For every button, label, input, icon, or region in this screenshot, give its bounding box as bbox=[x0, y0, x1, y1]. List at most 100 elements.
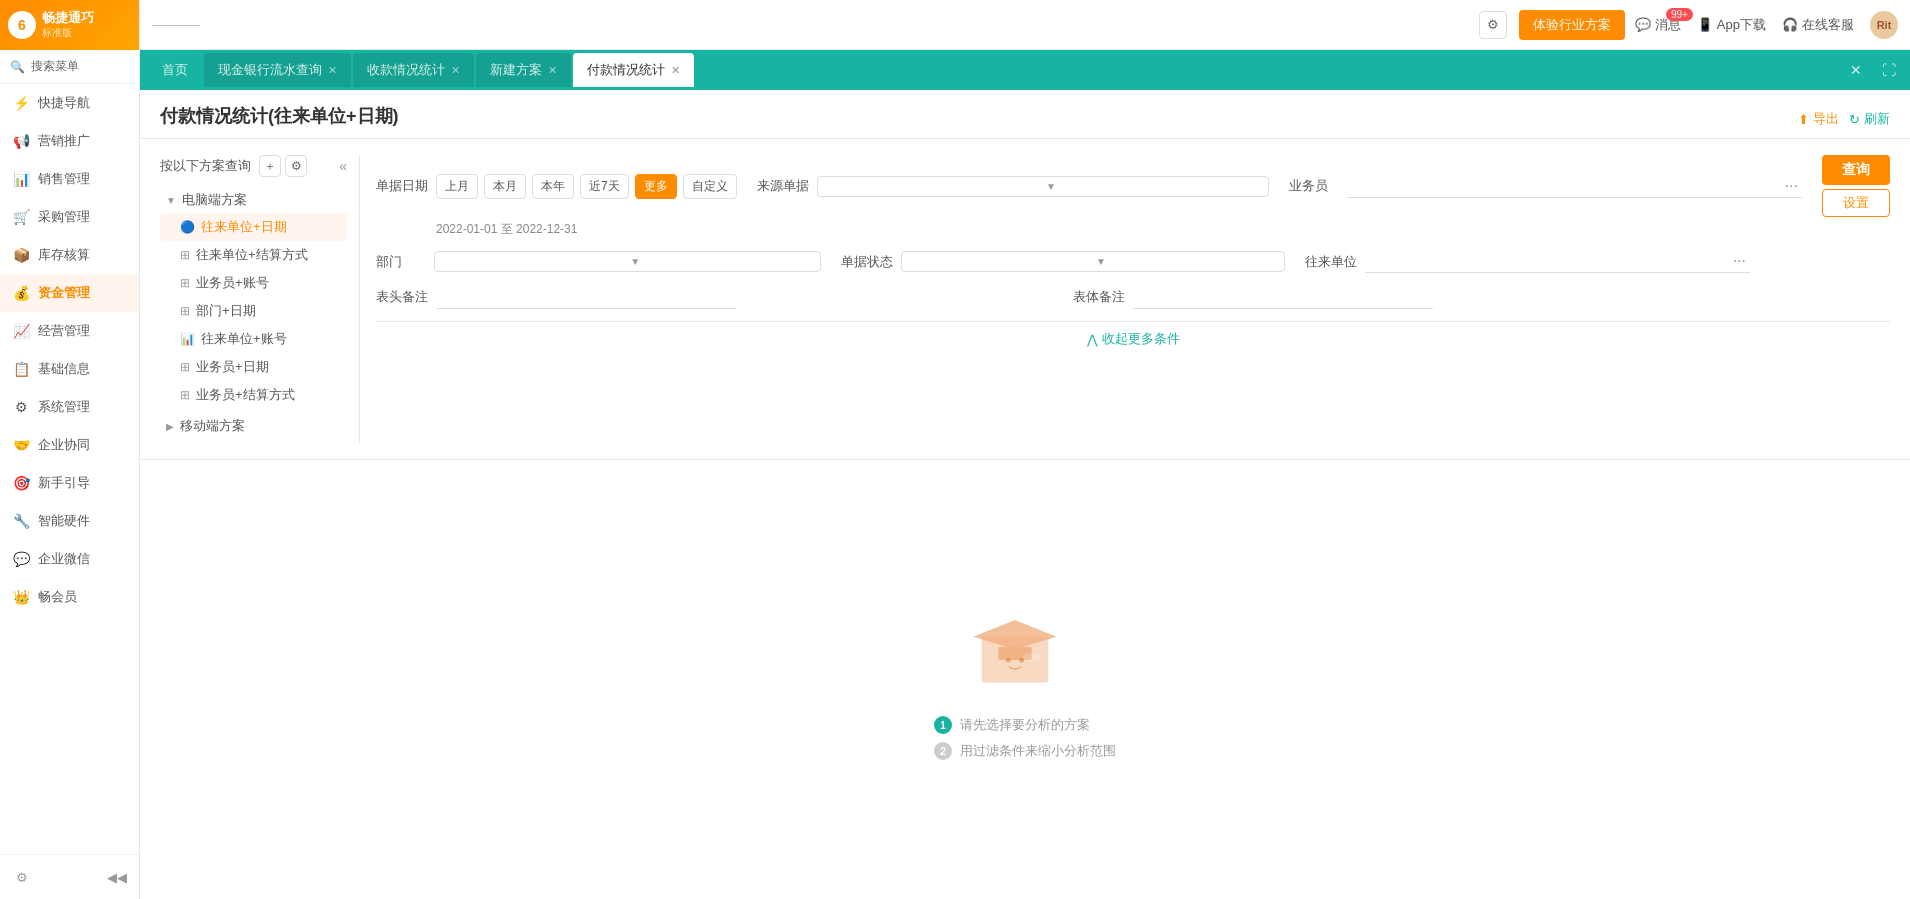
expand-tabs-btn[interactable]: ⛶ bbox=[1876, 60, 1902, 80]
close-new-scheme-icon[interactable]: ✕ bbox=[548, 64, 557, 77]
sidebar-item-member[interactable]: 👑 畅会员 bbox=[0, 578, 139, 616]
close-receivable-icon[interactable]: ✕ bbox=[451, 64, 460, 77]
date-btn-last-month[interactable]: 上月 bbox=[436, 174, 478, 199]
tab-bank-flow[interactable]: 现金银行流水查询 ✕ bbox=[204, 53, 351, 87]
date-btn-more[interactable]: 更多 bbox=[635, 174, 677, 199]
scheme-item-partner-account[interactable]: 📊 往来单位+账号 bbox=[160, 325, 347, 353]
brand-info: 畅捷通巧 标准版 bbox=[42, 10, 94, 40]
sidebar-footer: ⚙ ◀◀ bbox=[0, 854, 139, 899]
sidebar-item-label: 营销推广 bbox=[38, 132, 90, 150]
filter-row-2: 部门 ▼ 单据状态 ▼ 往来单位 bbox=[376, 250, 1890, 273]
sidebar-item-wechat[interactable]: 💬 企业微信 bbox=[0, 540, 139, 578]
sidebar-item-label: 系统管理 bbox=[38, 398, 90, 416]
tab-payable[interactable]: 付款情况统计 ✕ bbox=[573, 53, 694, 87]
sidebar-item-purchase[interactable]: 🛒 采购管理 bbox=[0, 198, 139, 236]
topbar-actions: ⚙ 体验行业方案 bbox=[1479, 10, 1625, 40]
settings-icon: ⚙ bbox=[1487, 17, 1499, 32]
close-bank-flow-icon[interactable]: ✕ bbox=[328, 64, 337, 77]
message-icon: 💬 bbox=[1635, 17, 1651, 32]
home-tab-label: 首页 bbox=[162, 61, 188, 79]
sidebar-item-enterprise[interactable]: 🤝 企业协同 bbox=[0, 426, 139, 464]
collapse-scheme-btn[interactable]: « bbox=[339, 158, 347, 174]
collapse-chevron-icon: ⋀ bbox=[1087, 332, 1098, 347]
mobile-group-header[interactable]: ▶ 移动端方案 bbox=[160, 413, 347, 439]
scheme-header-icons: ＋ ⚙ bbox=[259, 155, 307, 177]
sidebar-item-label: 基础信息 bbox=[38, 360, 90, 378]
mobile-arrow-icon: ▶ bbox=[166, 421, 174, 432]
doc-status-select[interactable]: ▼ bbox=[901, 251, 1286, 272]
date-btn-this-year[interactable]: 本年 bbox=[532, 174, 574, 199]
filter-row-1: 单据日期 上月 本月 本年 近7天 更多 自定义 来源单据 bbox=[376, 155, 1890, 217]
empty-steps: 1 请先选择要分析的方案 2 用过滤条件来缩小分析范围 bbox=[934, 716, 1116, 760]
settings-footer-btn[interactable]: ⚙ bbox=[8, 863, 36, 891]
filter-row-3: 表头备注 表体备注 bbox=[376, 285, 1890, 309]
online-service-btn[interactable]: 🎧 在线客服 bbox=[1782, 16, 1854, 34]
close-all-tabs-btn[interactable]: ✕ bbox=[1844, 60, 1868, 80]
sidebar-item-marketing[interactable]: 📢 营销推广 bbox=[0, 122, 139, 160]
partner-label: 往来单位 bbox=[1305, 253, 1357, 271]
source-select[interactable]: ▼ bbox=[817, 176, 1270, 197]
desktop-arrow-icon: ▼ bbox=[166, 195, 176, 206]
scheme-item-salesman-date[interactable]: ⊞ 业务员+日期 bbox=[160, 353, 347, 381]
desktop-group-label: 电脑端方案 bbox=[182, 191, 247, 209]
message-badge: 99+ bbox=[1666, 8, 1693, 21]
sidebar-item-system[interactable]: ⚙ 系统管理 bbox=[0, 388, 139, 426]
dept-select[interactable]: ▼ bbox=[434, 251, 821, 272]
sidebar-item-operation[interactable]: 📈 经营管理 bbox=[0, 312, 139, 350]
tab-home[interactable]: 首页 bbox=[148, 53, 202, 87]
close-payable-icon[interactable]: ✕ bbox=[671, 64, 680, 77]
hardware-icon: 🔧 bbox=[12, 512, 30, 530]
sidebar-item-guide[interactable]: 🎯 新手引导 bbox=[0, 464, 139, 502]
empty-state-area: 1 请先选择要分析的方案 2 用过滤条件来缩小分析范围 bbox=[140, 460, 1910, 899]
head-note-input[interactable] bbox=[436, 285, 736, 309]
query-btn[interactable]: 查询 bbox=[1822, 155, 1890, 185]
scheme-item-salesman-settle[interactable]: ⊞ 业务员+结算方式 bbox=[160, 381, 347, 409]
sidebar-item-finance[interactable]: 💰 资金管理 bbox=[0, 274, 139, 312]
tab-receivable[interactable]: 收款情况统计 ✕ bbox=[353, 53, 474, 87]
add-scheme-btn[interactable]: ＋ bbox=[259, 155, 281, 177]
date-btn-custom[interactable]: 自定义 bbox=[683, 174, 737, 199]
user-avatar[interactable]: Rit bbox=[1870, 11, 1898, 39]
body-note-input[interactable] bbox=[1133, 285, 1433, 309]
svg-point-3 bbox=[1006, 657, 1011, 662]
receivable-label: 收款情况统计 bbox=[367, 61, 445, 79]
basic-info-icon: 📋 bbox=[12, 360, 30, 378]
sidebar-item-sales[interactable]: 📊 销售管理 bbox=[0, 160, 139, 198]
topbar-right: 💬 消息 99+ 📱 App下载 🎧 在线客服 Rit bbox=[1635, 11, 1898, 39]
date-btn-this-month[interactable]: 本月 bbox=[484, 174, 526, 199]
mobile-group-label: 移动端方案 bbox=[180, 417, 245, 435]
collapse-sidebar-btn[interactable]: ◀◀ bbox=[103, 863, 131, 891]
collapse-more-btn[interactable]: ⋀ 收起更多条件 bbox=[376, 321, 1890, 356]
scheme-settings-btn[interactable]: ⚙ bbox=[285, 155, 307, 177]
dept-label: 部门 bbox=[376, 253, 426, 271]
sales-icon: 📊 bbox=[12, 170, 30, 188]
sidebar-item-quick-nav[interactable]: ⚡ 快捷导航 bbox=[0, 84, 139, 122]
scheme-item-partner-settle[interactable]: ⊞ 往来单位+结算方式 bbox=[160, 241, 347, 269]
message-btn[interactable]: 💬 消息 99+ bbox=[1635, 16, 1681, 34]
scheme-table2-icon: ⊞ bbox=[180, 276, 190, 290]
salesman-dots-btn[interactable]: ··· bbox=[1785, 177, 1798, 195]
industry-scheme-btn[interactable]: 体验行业方案 bbox=[1519, 10, 1625, 40]
quick-nav-icon: ⚡ bbox=[12, 94, 30, 112]
dept-select-arrow: ▼ bbox=[630, 256, 811, 267]
sidebar-item-inventory[interactable]: 📦 库存核算 bbox=[0, 236, 139, 274]
sidebar-item-hardware[interactable]: 🔧 智能硬件 bbox=[0, 502, 139, 540]
dept-field: 部门 ▼ bbox=[376, 251, 821, 272]
desktop-group-header[interactable]: ▼ 电脑端方案 bbox=[160, 187, 347, 213]
date-btn-7days[interactable]: 近7天 bbox=[580, 174, 629, 199]
refresh-btn[interactable]: ↻ 刷新 bbox=[1849, 110, 1890, 128]
export-btn[interactable]: ⬆ 导出 bbox=[1798, 110, 1839, 128]
scheme-item-dept-date[interactable]: ⊞ 部门+日期 bbox=[160, 297, 347, 325]
partner-dots-btn[interactable]: ··· bbox=[1733, 252, 1746, 270]
sidebar-item-basic-info[interactable]: 📋 基础信息 bbox=[0, 350, 139, 388]
scheme-table-icon: ⊞ bbox=[180, 248, 190, 262]
filter-settings-btn[interactable]: 设置 bbox=[1822, 189, 1890, 217]
app-download-btn[interactable]: 📱 App下载 bbox=[1697, 16, 1766, 34]
filter-right: 单据日期 上月 本月 本年 近7天 更多 自定义 来源单据 bbox=[376, 155, 1890, 443]
scheme-item-salesman-account[interactable]: ⊞ 业务员+账号 bbox=[160, 269, 347, 297]
topbar-settings-btn[interactable]: ⚙ bbox=[1479, 11, 1507, 39]
search-label: 搜索菜单 bbox=[31, 58, 79, 75]
scheme-item-partner-date[interactable]: 🔵 往来单位+日期 bbox=[160, 213, 347, 241]
search-menu[interactable]: 🔍 搜索菜单 bbox=[0, 50, 139, 84]
tab-new-scheme[interactable]: 新建方案 ✕ bbox=[476, 53, 571, 87]
